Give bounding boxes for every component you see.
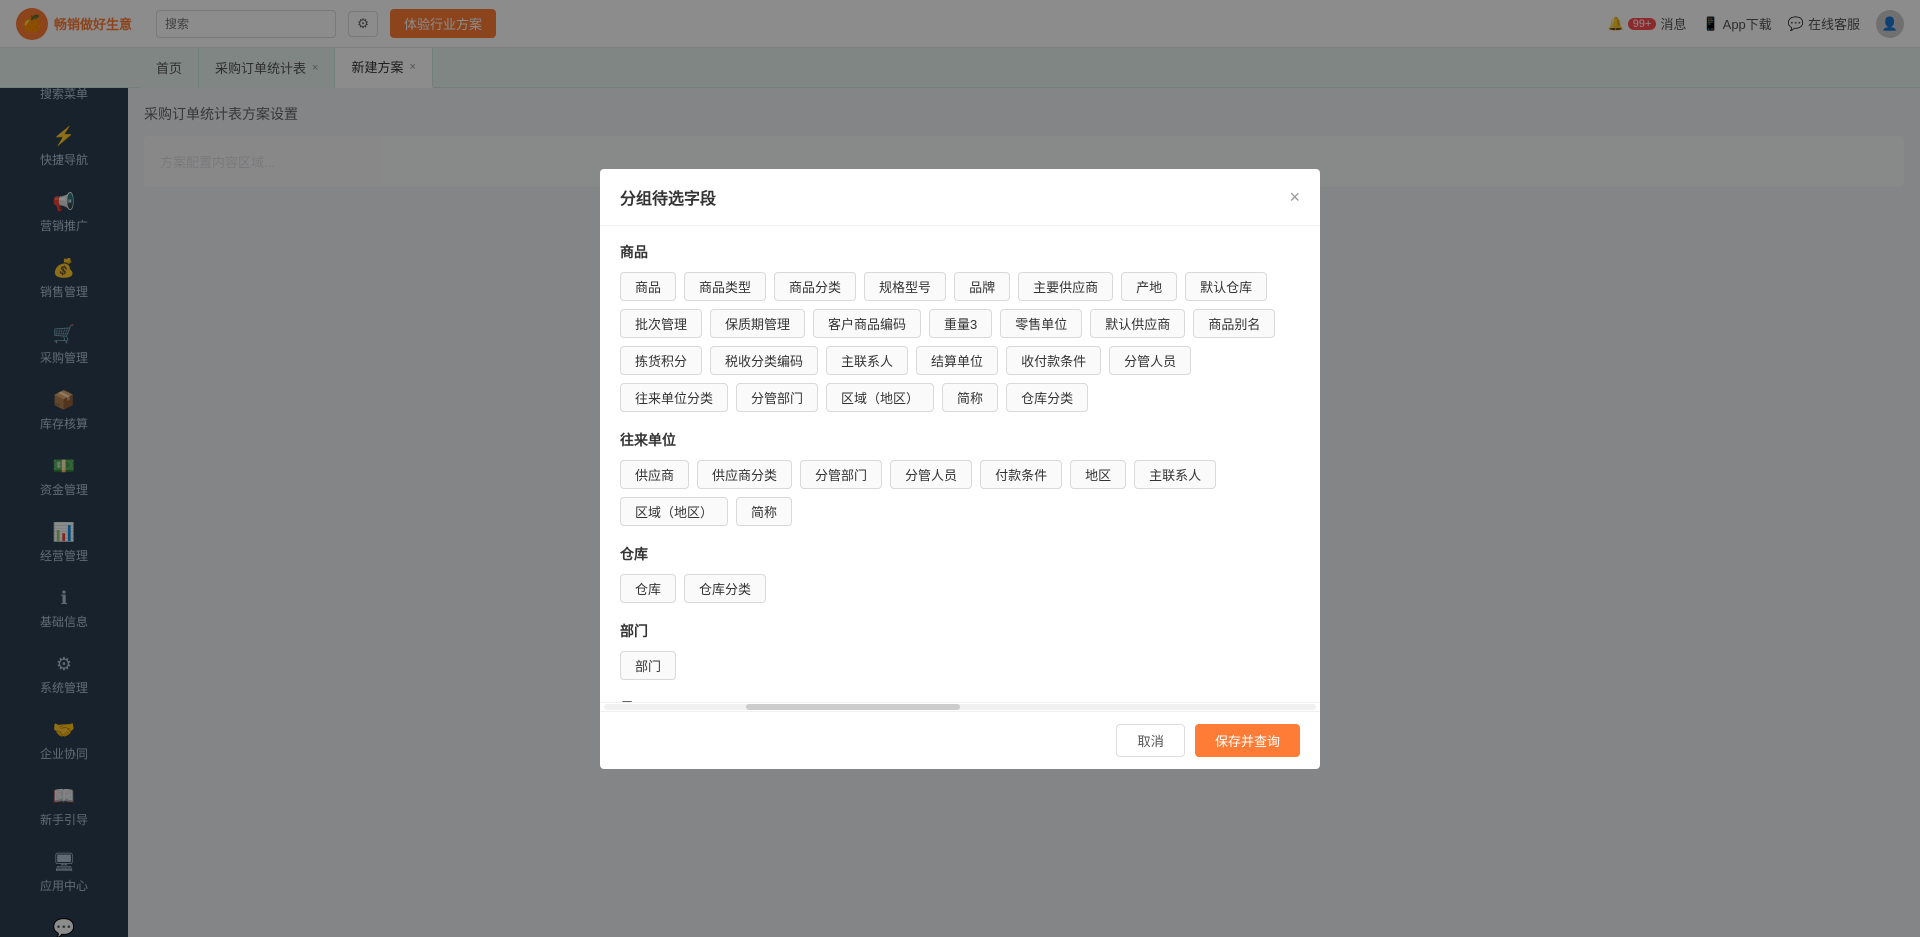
field-tag[interactable]: 默认仓库 bbox=[1185, 272, 1267, 301]
field-tag[interactable]: 零售单位 bbox=[1000, 309, 1082, 338]
confirm-button[interactable]: 保存并查询 bbox=[1195, 724, 1300, 757]
field-tag[interactable]: 部门 bbox=[620, 651, 676, 680]
field-tag[interactable]: 结算单位 bbox=[916, 346, 998, 375]
field-tag[interactable]: 供应商分类 bbox=[697, 460, 792, 489]
field-tag[interactable]: 区域（地区） bbox=[826, 383, 934, 412]
field-tag[interactable]: 保质期管理 bbox=[710, 309, 805, 338]
field-tag[interactable]: 分管部门 bbox=[800, 460, 882, 489]
section-goods: 商品商品商品类型商品分类规格型号品牌主要供应商产地默认仓库批次管理保质期管理客户… bbox=[620, 242, 1300, 412]
scrollbar-thumb bbox=[746, 704, 960, 710]
field-tag[interactable]: 默认供应商 bbox=[1090, 309, 1185, 338]
field-tag[interactable]: 商品类型 bbox=[684, 272, 766, 301]
field-tag[interactable]: 分管部门 bbox=[736, 383, 818, 412]
field-tag[interactable]: 供应商 bbox=[620, 460, 689, 489]
modal-overlay: 分组待选字段 × 商品商品商品类型商品分类规格型号品牌主要供应商产地默认仓库批次… bbox=[0, 0, 1920, 937]
section-warehouse: 仓库仓库仓库分类 bbox=[620, 544, 1300, 603]
field-tag[interactable]: 分管人员 bbox=[890, 460, 972, 489]
field-tag[interactable]: 重量3 bbox=[929, 309, 992, 338]
field-tag[interactable]: 规格型号 bbox=[864, 272, 946, 301]
field-tag[interactable]: 主联系人 bbox=[826, 346, 908, 375]
field-tag[interactable]: 商品 bbox=[620, 272, 676, 301]
modal-body[interactable]: 商品商品商品类型商品分类规格型号品牌主要供应商产地默认仓库批次管理保质期管理客户… bbox=[600, 226, 1320, 702]
field-tag[interactable]: 仓库分类 bbox=[684, 574, 766, 603]
field-tag[interactable]: 分管人员 bbox=[1109, 346, 1191, 375]
field-tag[interactable]: 主联系人 bbox=[1134, 460, 1216, 489]
section-partner-grid: 供应商供应商分类分管部门分管人员付款条件地区主联系人区域（地区） 简称 bbox=[620, 460, 1300, 526]
field-tag[interactable]: 简称 bbox=[736, 497, 792, 526]
section-partner: 往来单位供应商供应商分类分管部门分管人员付款条件地区主联系人区域（地区） 简称 bbox=[620, 430, 1300, 526]
field-tag[interactable]: 客户商品编码 bbox=[813, 309, 921, 338]
modal-close-button[interactable]: × bbox=[1289, 188, 1300, 206]
section-warehouse-grid: 仓库仓库分类 bbox=[620, 574, 1300, 603]
cancel-button[interactable]: 取消 bbox=[1116, 724, 1185, 757]
modal-horizontal-scrollbar[interactable] bbox=[600, 702, 1320, 711]
field-tag[interactable]: 税收分类编码 bbox=[710, 346, 818, 375]
field-tag[interactable]: 仓库分类 bbox=[1006, 383, 1088, 412]
field-tag[interactable]: 收付款条件 bbox=[1006, 346, 1101, 375]
field-tag[interactable]: 付款条件 bbox=[980, 460, 1062, 489]
field-tag[interactable]: 往来单位分类 bbox=[620, 383, 728, 412]
field-tag[interactable]: 批次管理 bbox=[620, 309, 702, 338]
section-warehouse-title: 仓库 bbox=[620, 544, 1300, 564]
scrollbar-track bbox=[604, 704, 1316, 710]
field-tag[interactable]: 仓库 bbox=[620, 574, 676, 603]
field-tag[interactable]: 拣货积分 bbox=[620, 346, 702, 375]
section-department-grid: 部门 bbox=[620, 651, 1300, 680]
field-tag[interactable]: 品牌 bbox=[954, 272, 1010, 301]
section-partner-title: 往来单位 bbox=[620, 430, 1300, 450]
field-select-modal: 分组待选字段 × 商品商品商品类型商品分类规格型号品牌主要供应商产地默认仓库批次… bbox=[600, 169, 1320, 769]
field-tag[interactable]: 主要供应商 bbox=[1018, 272, 1113, 301]
section-department-title: 部门 bbox=[620, 621, 1300, 641]
field-tag[interactable]: 区域（地区） bbox=[620, 497, 728, 526]
field-tag[interactable]: 简称 bbox=[942, 383, 998, 412]
section-department: 部门部门 bbox=[620, 621, 1300, 680]
modal-header: 分组待选字段 × bbox=[600, 169, 1320, 226]
modal-footer: 取消 保存并查询 bbox=[600, 711, 1320, 769]
field-tag[interactable]: 地区 bbox=[1070, 460, 1126, 489]
section-goods-grid: 商品商品类型商品分类规格型号品牌主要供应商产地默认仓库批次管理保质期管理客户商品… bbox=[620, 272, 1300, 412]
field-tag[interactable]: 商品别名 bbox=[1193, 309, 1275, 338]
field-tag[interactable]: 产地 bbox=[1121, 272, 1177, 301]
field-tag[interactable]: 商品分类 bbox=[774, 272, 856, 301]
section-goods-title: 商品 bbox=[620, 242, 1300, 262]
modal-title: 分组待选字段 bbox=[620, 185, 716, 209]
